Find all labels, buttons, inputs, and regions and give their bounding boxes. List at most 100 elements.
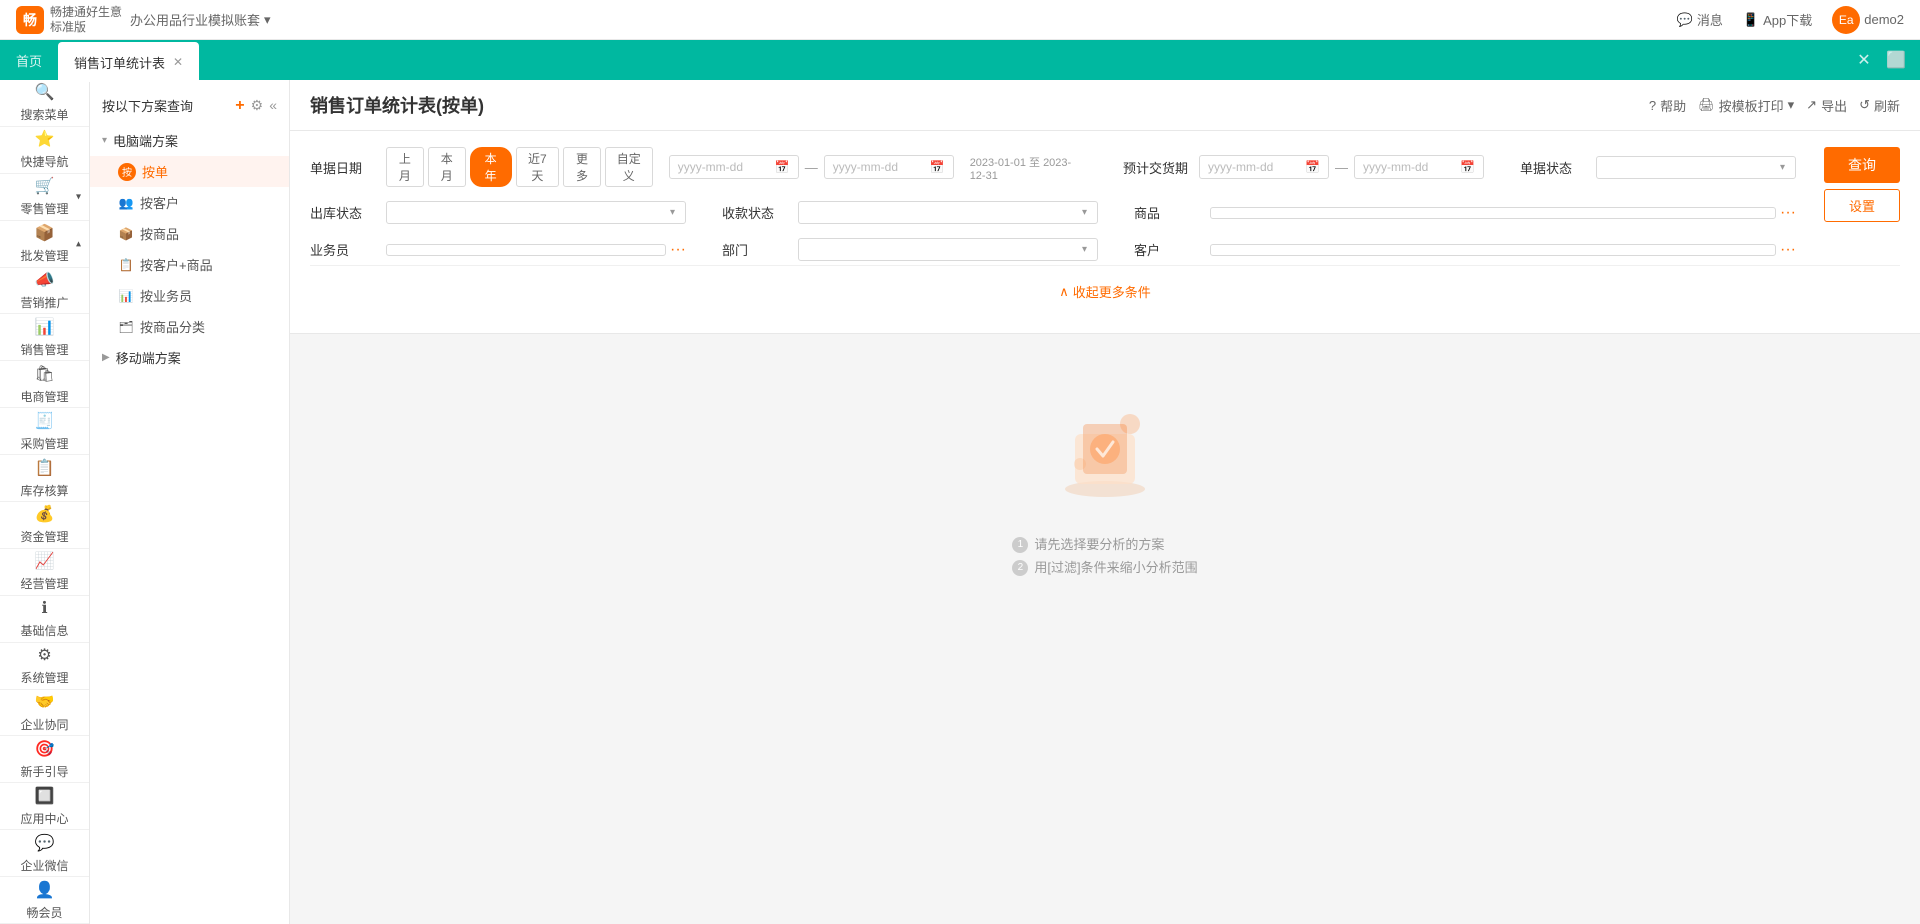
page-header: 销售订单统计表(按单) ? 帮助 🖨 按模板打印 ▾ ↗ [290, 80, 1920, 131]
product-icon: 📦 [118, 226, 134, 242]
collapse-panel-button[interactable]: « [269, 97, 277, 115]
tree-section: ▾ 电脑端方案 按 按单 👥 按客户 📦 按商品 [90, 121, 289, 377]
sidebar-item-appcenter[interactable]: 🔲 应用中心 [0, 783, 89, 830]
date-btn-7days[interactable]: 近7天 [516, 147, 559, 187]
payment-status-select[interactable]: ▾ [798, 201, 1098, 224]
date-btn-more[interactable]: 更多 [563, 147, 601, 187]
settings-button[interactable]: 设置 [1824, 189, 1900, 222]
filter-row-1: 单据日期 上月 本月 本年 近7天 更多 自定义 [310, 147, 1796, 187]
empty-state: 1 请先选择要分析的方案 2 用[过滤]条件来缩小分析范围 [290, 334, 1920, 640]
status-label: 单据状态 [1520, 158, 1580, 177]
estimated-calendar-end-icon: 📅 [1460, 160, 1475, 174]
tree-item-by-customer-product[interactable]: 📋 按客户+商品 [90, 249, 289, 280]
top-bar-right: 💬 消息 📱 App下载 Ea demo2 [1677, 6, 1904, 34]
inventory-icon: 📋 [35, 458, 55, 478]
department-select[interactable]: ▾ [798, 238, 1098, 261]
member-icon: 👤 [35, 880, 55, 900]
collapse-button[interactable]: ∧ 收起更多条件 [310, 274, 1900, 309]
tip-num-2: 2 [1012, 560, 1028, 576]
sidebar-item-marketing[interactable]: 📣 营销推广 [0, 268, 89, 315]
right-action-buttons: 查询 设置 [1812, 147, 1900, 261]
date-end-input[interactable]: yyyy-mm-dd 📅 [824, 155, 954, 179]
date-quick-buttons: 上月 本月 本年 近7天 更多 自定义 [386, 147, 653, 187]
help-button[interactable]: ? 帮助 [1649, 96, 1686, 115]
salesperson-more-button[interactable]: ··· [670, 241, 686, 259]
sidebar-item-search[interactable]: 🔍 搜索菜单 [0, 80, 89, 127]
sidebar-item-wholesale[interactable]: 📦 批发管理 ▴ [0, 221, 89, 268]
avatar: Ea [1832, 6, 1860, 34]
star-icon: ⭐ [35, 129, 55, 149]
window-close-button[interactable]: ✕ [1852, 48, 1876, 72]
breadcrumb[interactable]: 办公用品行业模拟账套 ▾ [130, 10, 271, 29]
tree-item-by-product-category[interactable]: 🗂 按商品分类 [90, 311, 289, 342]
tree-pc-section[interactable]: ▾ 电脑端方案 [90, 125, 289, 156]
tree-item-by-product[interactable]: 📦 按商品 [90, 218, 289, 249]
tree-item-by-order[interactable]: 按 按单 [90, 156, 289, 187]
sidebar-item-shortcut[interactable]: ⭐ 快捷导航 [0, 127, 89, 174]
status-select[interactable]: ▾ [1596, 156, 1796, 179]
sidebar-item-member[interactable]: 👤 畅会员 [0, 877, 89, 924]
customer-more-button[interactable]: ··· [1780, 241, 1796, 259]
sidebar-item-operations[interactable]: 📈 经营管理 [0, 549, 89, 596]
date-btn-last-month[interactable]: 上月 [386, 147, 424, 187]
date-btn-this-year[interactable]: 本年 [470, 147, 512, 187]
cooperation-icon: 🤝 [35, 692, 55, 712]
settings-scheme-button[interactable]: ⚙ [251, 97, 264, 115]
date-sub-text: 2023-01-01 至 2023-12-31 [970, 154, 1087, 182]
product-more-button[interactable]: ··· [1780, 204, 1796, 222]
ship-status-select[interactable]: ▾ [386, 201, 686, 224]
tab-sales-order-stats[interactable]: 销售订单统计表 ✕ [58, 42, 199, 82]
sidebar-item-retail[interactable]: 🛒 零售管理 ▾ [0, 174, 89, 221]
sidebar-item-sales[interactable]: 📊 销售管理 [0, 314, 89, 361]
product-input[interactable] [1210, 207, 1776, 219]
user-avatar-area[interactable]: Ea demo2 [1832, 6, 1904, 34]
query-button[interactable]: 查询 [1824, 147, 1900, 183]
sidebar-item-finance[interactable]: 💰 资金管理 [0, 502, 89, 549]
estimated-end-input[interactable]: yyyy-mm-dd 📅 [1354, 155, 1484, 179]
salesperson-label: 业务员 [310, 240, 370, 259]
date-label: 单据日期 [310, 158, 370, 177]
tab-home[interactable]: 首页 [0, 40, 58, 80]
main-content: 销售订单统计表(按单) ? 帮助 🖨 按模板打印 ▾ ↗ [290, 80, 1920, 924]
add-scheme-button[interactable]: + [235, 97, 244, 115]
top-bar-left: 畅 畅捷通好生意 标准版 办公用品行业模拟账套 ▾ [16, 5, 271, 34]
template-print-button[interactable]: 🖨 按模板打印 ▾ [1698, 96, 1794, 115]
sidebar-item-purchase[interactable]: 🧾 采购管理 [0, 408, 89, 455]
refresh-button[interactable]: ↺ 刷新 [1859, 96, 1900, 115]
sidebar-item-wechat[interactable]: 💬 企业微信 [0, 830, 89, 877]
tree-item-by-customer[interactable]: 👥 按客户 [90, 187, 289, 218]
message-button[interactable]: 💬 消息 [1677, 10, 1723, 29]
calendar-icon: 📅 [775, 160, 790, 174]
left-panel-header: 按以下方案查询 + ⚙ « [90, 90, 289, 121]
estimated-date-range: yyyy-mm-dd 📅 — yyyy-mm-dd 📅 [1199, 155, 1484, 179]
sidebar-item-guide[interactable]: 🎯 新手引导 [0, 736, 89, 783]
window-restore-button[interactable]: ⬜ [1884, 48, 1908, 72]
guide-icon: 🎯 [35, 739, 55, 759]
date-btn-this-month[interactable]: 本月 [428, 147, 466, 187]
tab-close-icon[interactable]: ✕ [173, 55, 183, 69]
ship-chevron-icon: ▾ [670, 207, 675, 218]
tab-bar: 首页 销售订单统计表 ✕ ✕ ⬜ [0, 40, 1920, 80]
app-download-button[interactable]: 📱 App下载 [1743, 10, 1812, 29]
help-icon: ? [1649, 98, 1656, 113]
tree-mobile-section[interactable]: ▶ 移动端方案 [90, 342, 289, 373]
top-content: 销售订单统计表(按单) ? 帮助 🖨 按模板打印 ▾ ↗ [290, 80, 1920, 334]
chevron-up-icon: ▴ [76, 238, 81, 249]
estimated-start-input[interactable]: yyyy-mm-dd 📅 [1199, 155, 1329, 179]
message-icon: 💬 [1677, 12, 1693, 28]
purchase-icon: 🧾 [35, 411, 55, 431]
sidebar-item-system[interactable]: ⚙ 系统管理 [0, 643, 89, 690]
sidebar-item-inventory[interactable]: 📋 库存核算 [0, 455, 89, 502]
tab-bar-right: ✕ ⬜ [1852, 48, 1920, 72]
sidebar-item-ecommerce[interactable]: 🛍 电商管理 [0, 361, 89, 408]
date-start-input[interactable]: yyyy-mm-dd 📅 [669, 155, 799, 179]
basic-icon: ℹ [41, 598, 47, 618]
customer-input[interactable] [1210, 244, 1776, 256]
sidebar-item-cooperation[interactable]: 🤝 企业协同 [0, 690, 89, 737]
sidebar-item-basic[interactable]: ℹ 基础信息 [0, 596, 89, 643]
salesperson-input[interactable] [386, 244, 666, 256]
customer-label: 客户 [1134, 240, 1194, 259]
export-button[interactable]: ↗ 导出 [1806, 96, 1847, 115]
date-btn-custom[interactable]: 自定义 [605, 147, 653, 187]
tree-item-by-salesperson[interactable]: 📊 按业务员 [90, 280, 289, 311]
